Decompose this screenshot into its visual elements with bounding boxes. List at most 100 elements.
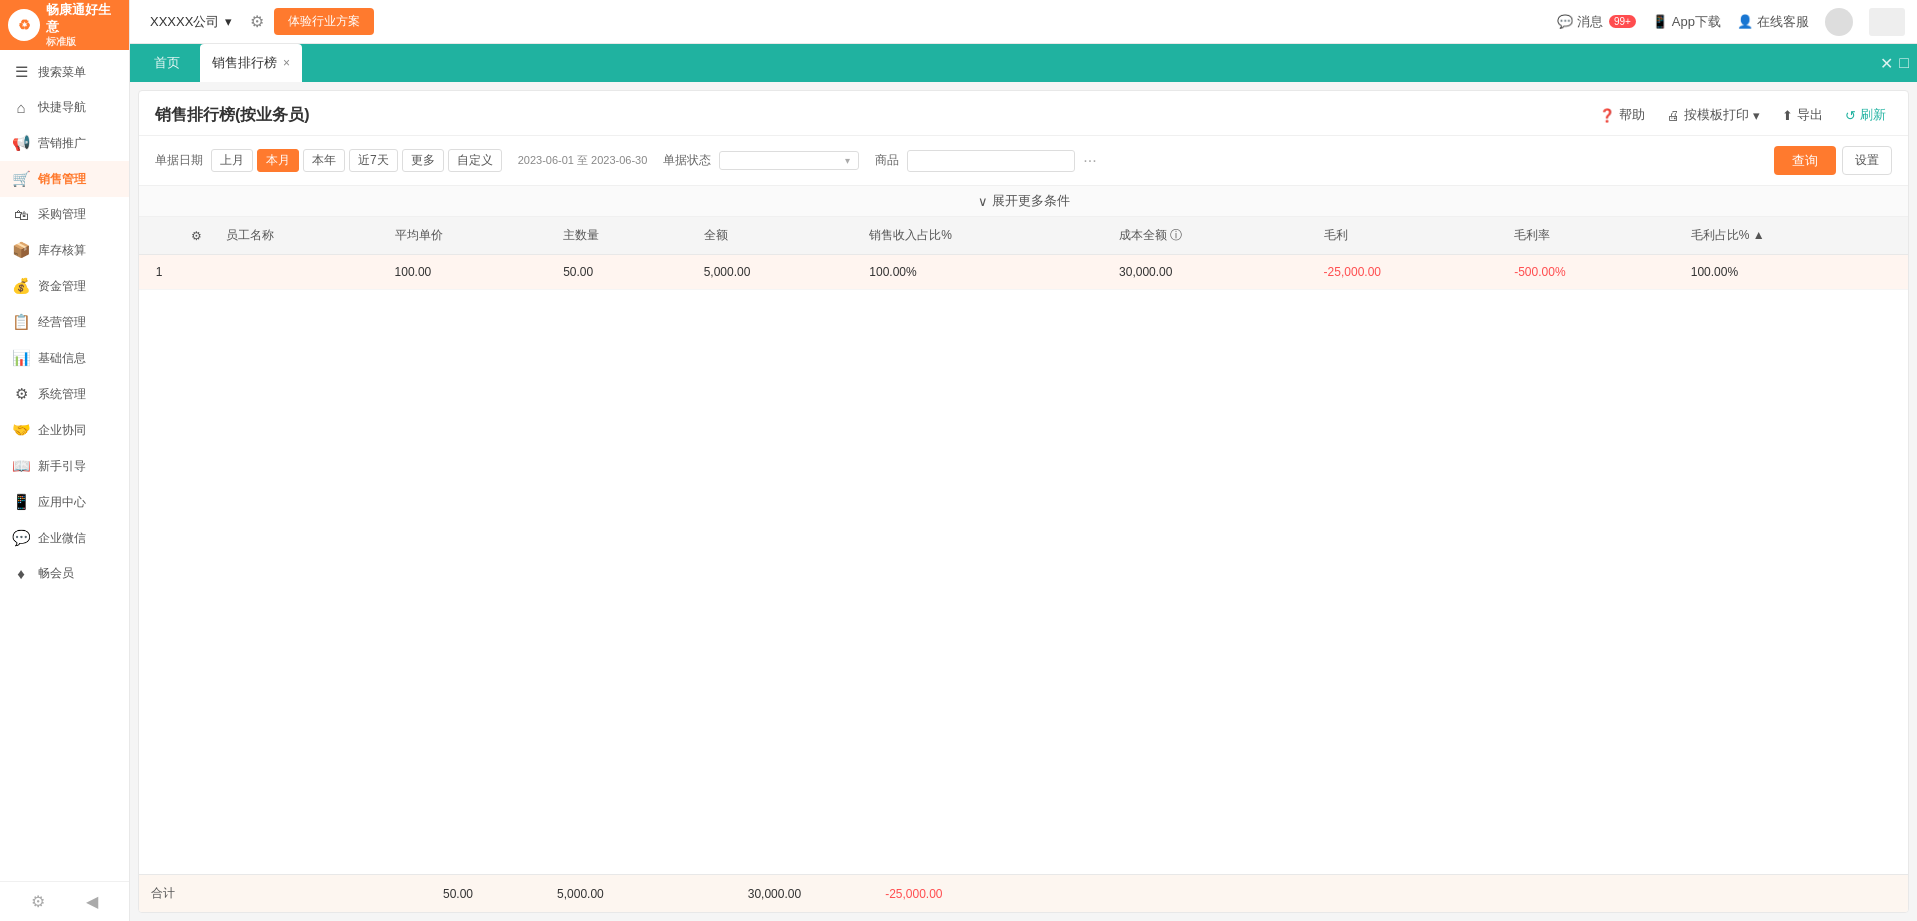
cell-gross: -25,000.00	[1312, 255, 1503, 290]
trial-button[interactable]: 体验行业方案	[274, 8, 374, 35]
date-btn-last-month[interactable]: 上月	[211, 149, 253, 172]
table-row: 1 100.00 50.00 5,000.00 100.00% 30,000.0…	[139, 255, 1908, 290]
col-rank	[139, 217, 179, 255]
date-filter-group: 单据日期 上月 本月 本年 近7天 更多 自定义	[155, 149, 502, 172]
print-dropdown-icon: ▾	[1753, 108, 1760, 123]
help-button[interactable]: ❓ 帮助	[1593, 103, 1651, 127]
col-avg-price: 平均单价	[383, 217, 552, 255]
sidebar-item-enterprise-wechat[interactable]: 💬 企业微信	[0, 520, 129, 556]
table-header-row: ⚙ 员工名称 平均单价 主数量 全额 销售收入占比% 成本全额 ⓘ 毛利 毛利率…	[139, 217, 1908, 255]
date-range-group: 2023-06-01 至 2023-06-30	[518, 153, 648, 168]
app-download-item[interactable]: 📱 App下载	[1652, 13, 1721, 31]
cell-cost: 30,000.00	[1107, 255, 1312, 290]
tab-bar-right: ✕ □	[1880, 54, 1909, 73]
sales-table: ⚙ 员工名称 平均单价 主数量 全额 销售收入占比% 成本全额 ⓘ 毛利 毛利率…	[139, 217, 1908, 290]
nav-icon-sales-mgmt: 🛒	[12, 170, 30, 188]
main-area: XXXXX公司 ▾ ⚙ 体验行业方案 💬 消息 99+ 📱 App下载 👤 在线…	[130, 0, 1917, 921]
nav-icon-basic-info: 📊	[12, 349, 30, 367]
goods-filter-group: 商品 ···	[875, 150, 1096, 172]
date-btn-more[interactable]: 更多	[402, 149, 444, 172]
sidebar-item-fund-mgmt[interactable]: 💰 资金管理	[0, 268, 129, 304]
col-gross-rate: 毛利率	[1502, 217, 1679, 255]
date-btn-this-year[interactable]: 本年	[303, 149, 345, 172]
sidebar-item-basic-info[interactable]: 📊 基础信息	[0, 340, 129, 376]
settings-footer-icon[interactable]: ⚙	[31, 892, 45, 911]
online-service-item[interactable]: 👤 在线客服	[1737, 13, 1809, 31]
col-gross: 毛利	[1312, 217, 1503, 255]
goods-more-icon[interactable]: ···	[1083, 152, 1096, 170]
sidebar-item-search-order[interactable]: ☰ 搜索菜单	[0, 54, 129, 90]
sidebar-footer: ⚙ ◀	[0, 881, 129, 921]
status-select-arrow: ▾	[845, 155, 850, 166]
filter-setting-button[interactable]: 设置	[1842, 146, 1892, 175]
goods-input[interactable]	[907, 150, 1075, 172]
message-item[interactable]: 💬 消息 99+	[1557, 13, 1636, 31]
col-name: 员工名称	[214, 217, 383, 255]
date-buttons: 上月 本月 本年 近7天 更多 自定义	[211, 149, 502, 172]
sidebar-item-new-guide[interactable]: 📖 新手引导	[0, 448, 129, 484]
nav-label-system-mgmt: 系统管理	[38, 386, 86, 403]
company-name: XXXXX公司	[150, 13, 219, 31]
sidebar-item-app-center[interactable]: 📱 应用中心	[0, 484, 129, 520]
cell-sales-pct: 100.00%	[857, 255, 1107, 290]
nav-label-basic-info: 基础信息	[38, 350, 86, 367]
cell-name	[214, 255, 383, 290]
date-btn-7days[interactable]: 近7天	[349, 149, 398, 172]
nav-icon-enterprise-collab: 🤝	[12, 421, 30, 439]
window-close-icon[interactable]: ✕	[1880, 54, 1893, 73]
sidebar: ♻ 畅康通好生意 标准版 ☰ 搜索菜单 ⌂ 快捷导航 📢 营销推广 🛒 销售管理…	[0, 0, 130, 921]
col-settings[interactable]: ⚙	[179, 217, 214, 255]
company-selector[interactable]: XXXXX公司 ▾	[142, 9, 240, 35]
date-btn-custom[interactable]: 自定义	[448, 149, 502, 172]
page-title: 销售排行榜(按业务员)	[155, 105, 310, 126]
nav-label-biz-mgmt: 经营管理	[38, 314, 86, 331]
col-gross-pct: 毛利占比% ▲	[1679, 217, 1908, 255]
query-button[interactable]: 查询	[1774, 146, 1836, 175]
nav-label-search-order: 搜索菜单	[38, 64, 86, 81]
nav-label-inventory: 库存核算	[38, 242, 86, 259]
tab-home[interactable]: 首页	[138, 44, 196, 82]
sidebar-item-shortcut-nav[interactable]: ⌂ 快捷导航	[0, 90, 129, 125]
expand-bar: ∨ 展开更多条件	[139, 186, 1908, 217]
title-actions: ❓ 帮助 🖨 按模板打印 ▾ ⬆ 导出 ↺ 刷新	[1593, 103, 1892, 127]
user-avatar[interactable]	[1825, 8, 1853, 36]
sidebar-item-purchase-mgmt[interactable]: 🛍 采购管理	[0, 197, 129, 232]
sidebar-item-sales-mgmt[interactable]: 🛒 销售管理	[0, 161, 129, 197]
message-badge: 99+	[1609, 15, 1636, 28]
sidebar-item-system-mgmt[interactable]: ⚙ 系统管理	[0, 376, 129, 412]
user-name-display[interactable]	[1869, 8, 1905, 36]
collapse-sidebar-icon[interactable]: ◀	[86, 892, 98, 911]
tab-sales-rank[interactable]: 销售排行榜 ×	[200, 44, 302, 82]
header-settings-icon[interactable]: ⚙	[250, 12, 264, 31]
sidebar-item-enterprise-collab[interactable]: 🤝 企业协同	[0, 412, 129, 448]
print-button[interactable]: 🖨 按模板打印 ▾	[1661, 103, 1766, 127]
expand-conditions-button[interactable]: ∨ 展开更多条件	[978, 192, 1070, 210]
status-select[interactable]: ▾	[719, 151, 859, 170]
tab-close-icon[interactable]: ×	[283, 56, 290, 70]
content-area: 销售排行榜(按业务员) ❓ 帮助 🖨 按模板打印 ▾ ⬆ 导出	[138, 90, 1909, 913]
cell-qty: 50.00	[551, 255, 692, 290]
nav-label-marketing: 营销推广	[38, 135, 86, 152]
nav-icon-marketing: 📢	[12, 134, 30, 152]
refresh-button[interactable]: ↺ 刷新	[1839, 103, 1892, 127]
sidebar-item-marketing[interactable]: 📢 营销推广	[0, 125, 129, 161]
window-maximize-icon[interactable]: □	[1899, 54, 1909, 73]
col-qty: 主数量	[551, 217, 692, 255]
footer-gross: -25,000.00	[873, 887, 954, 901]
date-btn-this-month[interactable]: 本月	[257, 149, 299, 172]
table-wrapper: ⚙ 员工名称 平均单价 主数量 全额 销售收入占比% 成本全额 ⓘ 毛利 毛利率…	[139, 217, 1908, 874]
nav-label-shortcut-nav: 快捷导航	[38, 99, 86, 116]
logo-icon: ♻	[8, 9, 40, 41]
nav-label-purchase-mgmt: 采购管理	[38, 206, 86, 223]
nav-label-enterprise-wechat: 企业微信	[38, 530, 86, 547]
nav-label-app-center: 应用中心	[38, 494, 86, 511]
footer-cost: 30,000.00	[736, 887, 813, 901]
sidebar-item-inventory[interactable]: 📦 库存核算	[0, 232, 129, 268]
nav-icon-fund-mgmt: 💰	[12, 277, 30, 295]
sidebar-item-member[interactable]: ♦ 畅会员	[0, 556, 129, 591]
page-content: 销售排行榜(按业务员) ❓ 帮助 🖨 按模板打印 ▾ ⬆ 导出	[130, 82, 1917, 921]
footer-label: 合计	[151, 885, 231, 902]
export-button[interactable]: ⬆ 导出	[1776, 103, 1829, 127]
date-range-display: 2023-06-01 至 2023-06-30	[518, 153, 648, 168]
sidebar-item-biz-mgmt[interactable]: 📋 经营管理	[0, 304, 129, 340]
